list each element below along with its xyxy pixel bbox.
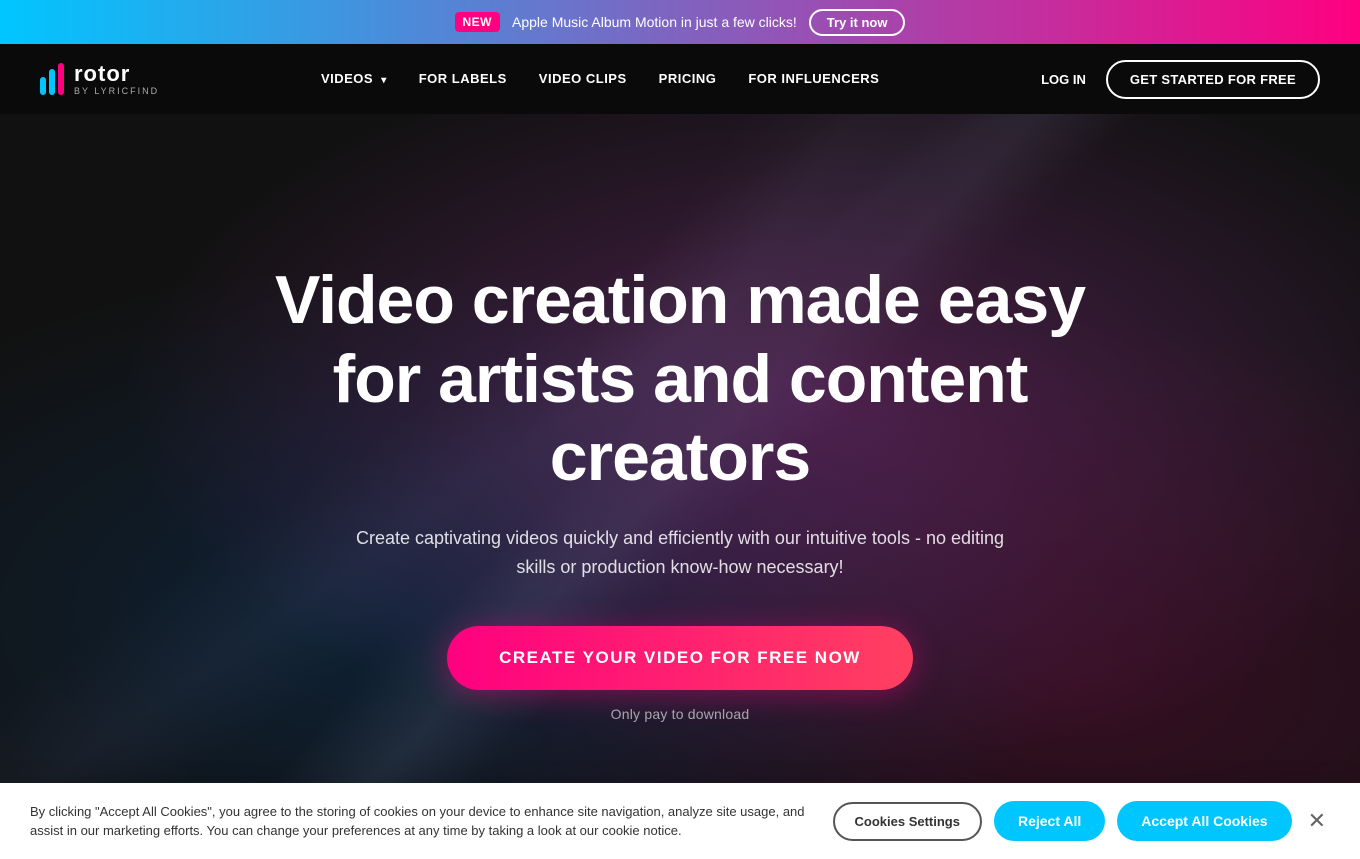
logo-bar-3 bbox=[58, 63, 64, 95]
nav-link-videoclips[interactable]: VIDEO CLIPS bbox=[539, 71, 627, 86]
nav-item-videoclips[interactable]: VIDEO CLIPS bbox=[539, 70, 627, 88]
close-cookie-button[interactable]: ✕ bbox=[1304, 810, 1330, 832]
get-started-button[interactable]: GET STARTED FOR FREE bbox=[1106, 60, 1320, 99]
logo-link[interactable]: rotor BY LYRICFIND bbox=[40, 63, 159, 96]
login-link[interactable]: LOG IN bbox=[1041, 72, 1086, 87]
accept-all-cookies-button[interactable]: Accept All Cookies bbox=[1117, 801, 1291, 841]
logo-bar-2 bbox=[49, 69, 55, 95]
nav-links: VIDEOS ▾ FOR LABELS VIDEO CLIPS PRICING … bbox=[321, 70, 879, 88]
navbar: rotor BY LYRICFIND VIDEOS ▾ FOR LABELS V… bbox=[0, 44, 1360, 114]
hero-subtitle: Create captivating videos quickly and ef… bbox=[340, 524, 1020, 582]
logo-sub: BY LYRICFIND bbox=[74, 87, 159, 96]
cookie-actions: Cookies Settings Reject All Accept All C… bbox=[833, 801, 1330, 841]
cookie-text: By clicking "Accept All Cookies", you ag… bbox=[30, 802, 813, 841]
banner-text: Apple Music Album Motion in just a few c… bbox=[512, 14, 797, 30]
nav-link-labels[interactable]: FOR LABELS bbox=[419, 71, 507, 86]
nav-item-pricing[interactable]: PRICING bbox=[659, 70, 717, 88]
hero-title: Video creation made easy for artists and… bbox=[255, 261, 1105, 496]
top-banner: NEW Apple Music Album Motion in just a f… bbox=[0, 0, 1360, 44]
nav-right: LOG IN GET STARTED FOR FREE bbox=[1041, 60, 1320, 99]
logo-icon bbox=[40, 63, 64, 95]
hero-section: Video creation made easy for artists and… bbox=[0, 114, 1360, 829]
reject-all-button[interactable]: Reject All bbox=[994, 801, 1105, 841]
logo-text: rotor BY LYRICFIND bbox=[74, 63, 159, 96]
hero-content: Video creation made easy for artists and… bbox=[235, 221, 1125, 721]
nav-item-videos[interactable]: VIDEOS ▾ bbox=[321, 70, 387, 88]
nav-link-influencers[interactable]: FOR INFLUENCERS bbox=[748, 71, 879, 86]
cookie-banner: By clicking "Accept All Cookies", you ag… bbox=[0, 783, 1360, 859]
logo-rotor: rotor bbox=[74, 63, 159, 85]
cta-subtext: Only pay to download bbox=[611, 706, 750, 722]
new-badge: NEW bbox=[455, 12, 501, 32]
nav-item-labels[interactable]: FOR LABELS bbox=[419, 70, 507, 88]
nav-link-pricing[interactable]: PRICING bbox=[659, 71, 717, 86]
logo-bar-1 bbox=[40, 77, 46, 95]
chevron-down-icon: ▾ bbox=[381, 75, 387, 86]
nav-link-videos[interactable]: VIDEOS ▾ bbox=[321, 71, 387, 86]
try-it-now-button[interactable]: Try it now bbox=[809, 9, 906, 36]
cookies-settings-button[interactable]: Cookies Settings bbox=[833, 802, 982, 841]
nav-item-influencers[interactable]: FOR INFLUENCERS bbox=[748, 70, 879, 88]
cta-button[interactable]: CREATE YOUR VIDEO FOR FREE NOW bbox=[447, 626, 913, 690]
